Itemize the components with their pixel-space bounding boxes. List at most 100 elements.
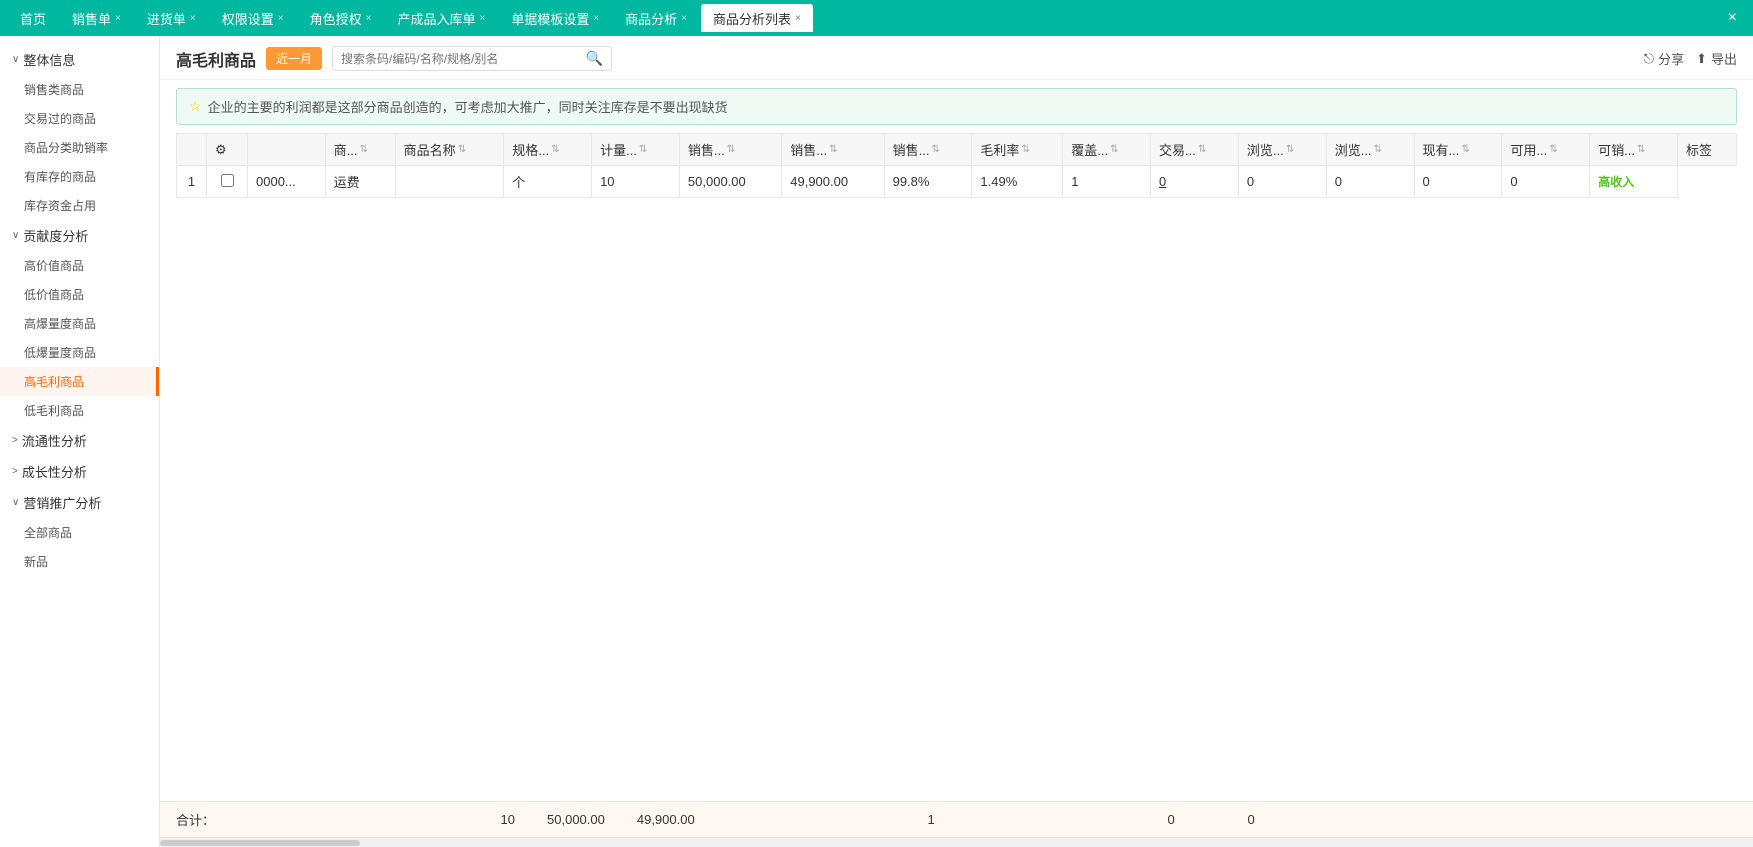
nav-tab-角色授权[interactable]: 角色授权× [298,4,384,32]
close-tab-icon[interactable]: × [479,13,485,24]
sidebar-group-贡献度分析[interactable]: ∨贡献度分析 [0,220,159,251]
close-all-button[interactable]: × [1720,9,1745,27]
sidebar-item-有库存的商品[interactable]: 有库存的商品 [0,162,159,191]
col-header-spec[interactable]: 规格...⇅ [504,134,592,166]
sort-icon-coverage: ⇅ [1110,144,1118,155]
sidebar-item-交易过的商品[interactable]: 交易过的商品 [0,104,159,133]
cell-views2: 0 [1238,166,1326,198]
nav-tab-单据模板设置[interactable]: 单据模板设置× [499,4,611,32]
cell-name: 运费 [325,166,395,198]
sidebar-item-高价值商品[interactable]: 高价值商品 [0,251,159,280]
sidebar-group-整体信息[interactable]: ∨整体信息 [0,44,159,75]
search-input[interactable] [341,52,582,66]
cell-unit: 个 [504,166,592,198]
cell-code: 0000... [248,166,326,198]
col-header-gross_rate[interactable]: 毛利率⇅ [972,134,1063,166]
info-banner: ☆ 企业的主要的利润都是这部分商品创造的，可考虑加大推广，同时关注库存是不要出现… [176,88,1737,125]
sidebar-item-低爆量度商品[interactable]: 低爆量度商品 [0,338,159,367]
chevron-icon: ∨ [12,497,19,508]
sidebar-item-库存资金占用[interactable]: 库存资金占用 [0,191,159,220]
col-header-sellable[interactable]: 可销...⇅ [1590,134,1678,166]
export-button[interactable]: ⬆ 导出 [1696,49,1737,68]
close-tab-icon[interactable]: × [278,13,284,24]
nav-tab-产成品入库单[interactable]: 产成品入库单× [385,4,497,32]
sidebar-group-营销推广分析[interactable]: ∨营销推广分析 [0,487,159,518]
share-icon: ⎋ [1644,51,1654,67]
cell-available: 0 [1414,166,1502,198]
footer-sales-cost: 49,900.00 [621,812,711,827]
footer-label: 合计： [176,810,231,829]
nav-tab-商品分析[interactable]: 商品分析× [613,4,699,32]
col-header-unit[interactable]: 计量...⇅ [592,134,680,166]
col-header-views1[interactable]: 浏览...⇅ [1238,134,1326,166]
sidebar-item-商品分类助销率[interactable]: 商品分类助销率 [0,133,159,162]
nav-tab-进货单[interactable]: 进货单× [135,4,208,32]
sidebar-item-高爆量度商品[interactable]: 高爆量度商品 [0,309,159,338]
sidebar-group-成长性分析[interactable]: >成长性分析 [0,456,159,487]
footer-trade: 1 [871,812,951,827]
col-header-sales_qty[interactable]: 销售...⇅ [679,134,781,166]
sidebar: ∨整体信息销售类商品交易过的商品商品分类助销率有库存的商品库存资金占用∨贡献度分… [0,36,160,847]
col-header-trade[interactable]: 交易...⇅ [1151,134,1239,166]
search-icon[interactable]: 🔍 [586,50,603,67]
close-tab-icon[interactable]: × [593,13,599,24]
sort-icon-spec: ⇅ [551,144,559,155]
col-header-settings: ⚙ [207,134,248,166]
sort-icon-code: ⇅ [359,144,367,155]
col-header-views2[interactable]: 浏览...⇅ [1326,134,1414,166]
views1-link[interactable]: 0 [1159,174,1166,189]
content-area: 高毛利商品 近一月 🔍 ⎋ 分享 ⬆ 导出 ☆ 企业的主要的利润都是这部分商品创… [160,36,1753,847]
table-footer: 合计： 10 50,000.00 49,900.00 1 0 0 [160,801,1753,837]
col-header-sales_amount[interactable]: 销售...⇅ [782,134,884,166]
sort-icon-trade: ⇅ [1198,144,1206,155]
share-button[interactable]: ⎋ 分享 [1644,49,1684,68]
nav-tab-权限设置[interactable]: 权限设置× [210,4,296,32]
row-checkbox[interactable] [221,174,234,187]
horizontal-scrollbar[interactable] [160,837,1753,847]
col-header-checkbox [248,134,326,166]
data-table: ⚙商...⇅商品名称⇅规格...⇅计量...⇅销售...⇅销售...⇅销售...… [176,133,1737,198]
search-box: 🔍 [332,46,612,71]
info-icon: ☆ [189,98,202,115]
sidebar-item-全部商品[interactable]: 全部商品 [0,518,159,547]
scrollbar-thumb[interactable] [160,840,360,846]
cell-coverage: 1.49% [972,166,1063,198]
col-header-name[interactable]: 商品名称⇅ [395,134,504,166]
nav-tab-销售单[interactable]: 销售单× [60,4,133,32]
footer-sales-qty: 10 [451,812,531,827]
sidebar-item-高毛利商品[interactable]: 高毛利商品 [0,367,159,396]
cell-spec [395,166,504,198]
chevron-icon: > [12,435,18,446]
col-header-sales_cost[interactable]: 销售...⇅ [884,134,972,166]
cell-gross_rate: 99.8% [884,166,972,198]
cell-trade: 1 [1063,166,1151,198]
col-header-code[interactable]: 商...⇅ [325,134,395,166]
col-header-current_stock[interactable]: 现有...⇅ [1414,134,1502,166]
close-tab-icon[interactable]: × [795,13,801,24]
sidebar-group-流通性分析[interactable]: >流通性分析 [0,425,159,456]
close-tab-icon[interactable]: × [115,13,121,24]
chevron-icon: > [12,466,18,477]
cell-sellable: 0 [1502,166,1590,198]
sidebar-item-低价值商品[interactable]: 低价值商品 [0,280,159,309]
close-tab-icon[interactable]: × [190,13,196,24]
sort-icon-unit: ⇅ [639,144,647,155]
nav-tab-首页[interactable]: 首页 [8,4,58,32]
sort-icon-sales_qty: ⇅ [727,144,735,155]
filter-month-button[interactable]: 近一月 [266,47,322,70]
col-header-coverage[interactable]: 覆盖...⇅ [1063,134,1151,166]
close-tab-icon[interactable]: × [681,13,687,24]
col-header-tag: 标签 [1678,134,1737,166]
sort-icon-sales_amount: ⇅ [829,144,837,155]
nav-tab-商品分析列表[interactable]: 商品分析列表× [701,4,813,32]
sidebar-item-销售类商品[interactable]: 销售类商品 [0,75,159,104]
sidebar-item-新品[interactable]: 新品 [0,547,159,576]
sort-icon-current_stock: ⇅ [1461,144,1469,155]
cell-checkbox[interactable] [207,166,248,198]
col-header-available[interactable]: 可用...⇅ [1502,134,1590,166]
table-row: 10000...运费个1050,000.0049,900.0099.8%1.49… [177,166,1737,198]
close-tab-icon[interactable]: × [366,13,372,24]
sidebar-item-低毛利商品[interactable]: 低毛利商品 [0,396,159,425]
cell-tag: 高收入 [1590,166,1678,198]
content-header: 高毛利商品 近一月 🔍 ⎋ 分享 ⬆ 导出 [160,36,1753,80]
